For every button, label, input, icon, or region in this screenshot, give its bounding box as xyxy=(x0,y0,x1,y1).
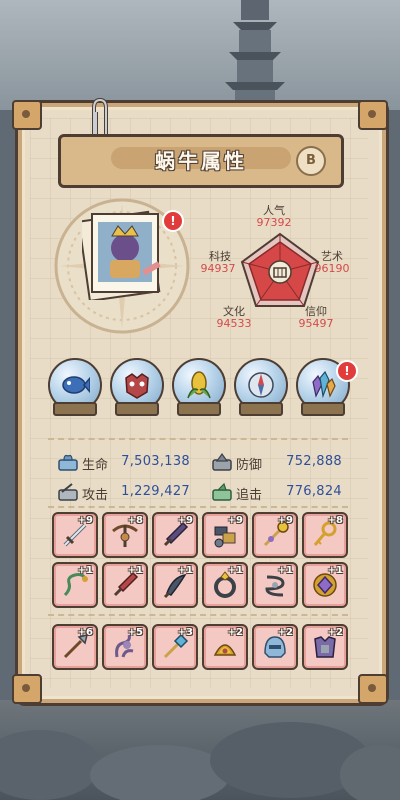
equip-slot-serpent-staff[interactable]: +1 xyxy=(52,562,98,608)
pagoda-tower-icon xyxy=(225,0,285,110)
equip-slot-crossbow[interactable]: +8 xyxy=(102,512,148,558)
background-sky xyxy=(0,0,400,110)
stat-tech-value: 94937 xyxy=(200,262,236,275)
stat-culture-value: 94533 xyxy=(216,317,252,330)
orb-stand xyxy=(177,402,221,416)
blue-fish-icon xyxy=(62,376,90,394)
grade-badge[interactable]: B xyxy=(296,146,326,176)
stat-attack-label: 攻击 xyxy=(82,488,109,503)
crystal-cluster-icon xyxy=(312,370,336,399)
equip-slot-coil[interactable]: +1 xyxy=(252,562,298,608)
section-divider xyxy=(48,506,348,509)
stat-defense: 防御 752,888 xyxy=(212,452,342,473)
equip-level: +8 xyxy=(327,515,343,526)
corner-rivet-icon xyxy=(358,674,388,704)
corner-rivet-icon xyxy=(12,674,42,704)
equip-slot-purple-armor[interactable]: +2 xyxy=(302,624,348,670)
stat-art-value: 96190 xyxy=(314,262,350,275)
red-beast-mask-icon xyxy=(125,373,149,399)
equip-level: +1 xyxy=(227,565,243,576)
portrait-alert-badge: ! xyxy=(162,210,184,232)
equip-slot-blue-helmet[interactable]: +2 xyxy=(252,624,298,670)
orb-stand xyxy=(239,402,283,416)
equip-slot-red-knife[interactable]: +1 xyxy=(102,562,148,608)
equip-level: +1 xyxy=(127,565,143,576)
corner-rivet-icon xyxy=(358,100,388,130)
sword-bar-icon xyxy=(58,483,78,501)
equip-slot-purple-gem[interactable]: +1 xyxy=(302,562,348,608)
orb-alert-badge: ! xyxy=(336,360,358,382)
orb-stand xyxy=(115,402,159,416)
equip-level: +1 xyxy=(177,565,193,576)
section-divider xyxy=(48,614,348,617)
stat-pursuit: 追击 776,824 xyxy=(212,482,342,503)
stat-attack: 攻击 1,229,427 xyxy=(58,482,190,503)
orb-stand xyxy=(53,402,97,416)
equip-slot-ring[interactable]: +1 xyxy=(202,562,248,608)
stat-attack-value: 1,229,427 xyxy=(121,484,190,499)
equip-level: +6 xyxy=(77,627,93,638)
stat-faith-value: 95497 xyxy=(298,317,334,330)
compass-icon xyxy=(248,372,274,398)
equip-level: +1 xyxy=(277,565,293,576)
orb-stand xyxy=(301,402,345,416)
equip-level: +9 xyxy=(177,515,193,526)
equip-slot-golden-staff[interactable]: +9 xyxy=(252,512,298,558)
equip-slot-sword[interactable]: +9 xyxy=(52,512,98,558)
equip-level: +1 xyxy=(77,565,93,576)
attribute-radar-chart xyxy=(240,232,320,307)
equip-slot-feather-crest[interactable]: +2 xyxy=(202,624,248,670)
snail-portrait-card[interactable] xyxy=(82,208,164,300)
stat-hp-value: 7,503,138 xyxy=(121,454,190,469)
equip-slot-curved-blade[interactable]: +1 xyxy=(152,562,198,608)
equip-level: +1 xyxy=(327,565,343,576)
section-divider xyxy=(48,438,348,441)
shield-bar-icon xyxy=(212,452,232,471)
equip-level: +9 xyxy=(227,515,243,526)
corn-icon xyxy=(187,371,211,399)
equip-slot-jewel-wand[interactable]: +3 xyxy=(152,624,198,670)
equip-level: +2 xyxy=(277,627,293,638)
equip-slot-dagger[interactable]: +9 xyxy=(152,512,198,558)
equip-level: +9 xyxy=(277,515,293,526)
equip-slot-spear[interactable]: +6 xyxy=(52,624,98,670)
equip-level: +2 xyxy=(227,627,243,638)
equip-level: +2 xyxy=(327,627,343,638)
equip-slot-tentacle[interactable]: +5 xyxy=(102,624,148,670)
stat-popularity-value: 97392 xyxy=(256,216,292,229)
equip-slot-mech-arm[interactable]: +9 xyxy=(202,512,248,558)
equip-level: +3 xyxy=(177,627,193,638)
stat-pursuit-label: 追击 xyxy=(236,488,263,503)
corner-rivet-icon xyxy=(12,100,42,130)
equip-level: +9 xyxy=(77,515,93,526)
stat-pursuit-value: 776,824 xyxy=(286,484,342,499)
equip-level: +8 xyxy=(127,515,143,526)
stat-hp-label: 生命 xyxy=(82,458,109,473)
stat-hp: 生命 7,503,138 xyxy=(58,452,190,473)
heart-bar-icon xyxy=(58,454,78,471)
stat-defense-value: 752,888 xyxy=(286,454,342,469)
stat-defense-label: 防御 xyxy=(236,458,263,473)
equip-slot-golden-key[interactable]: +8 xyxy=(302,512,348,558)
arrow-bar-icon xyxy=(212,482,232,501)
rocks-decoration xyxy=(0,722,400,800)
equip-level: +5 xyxy=(127,627,143,638)
